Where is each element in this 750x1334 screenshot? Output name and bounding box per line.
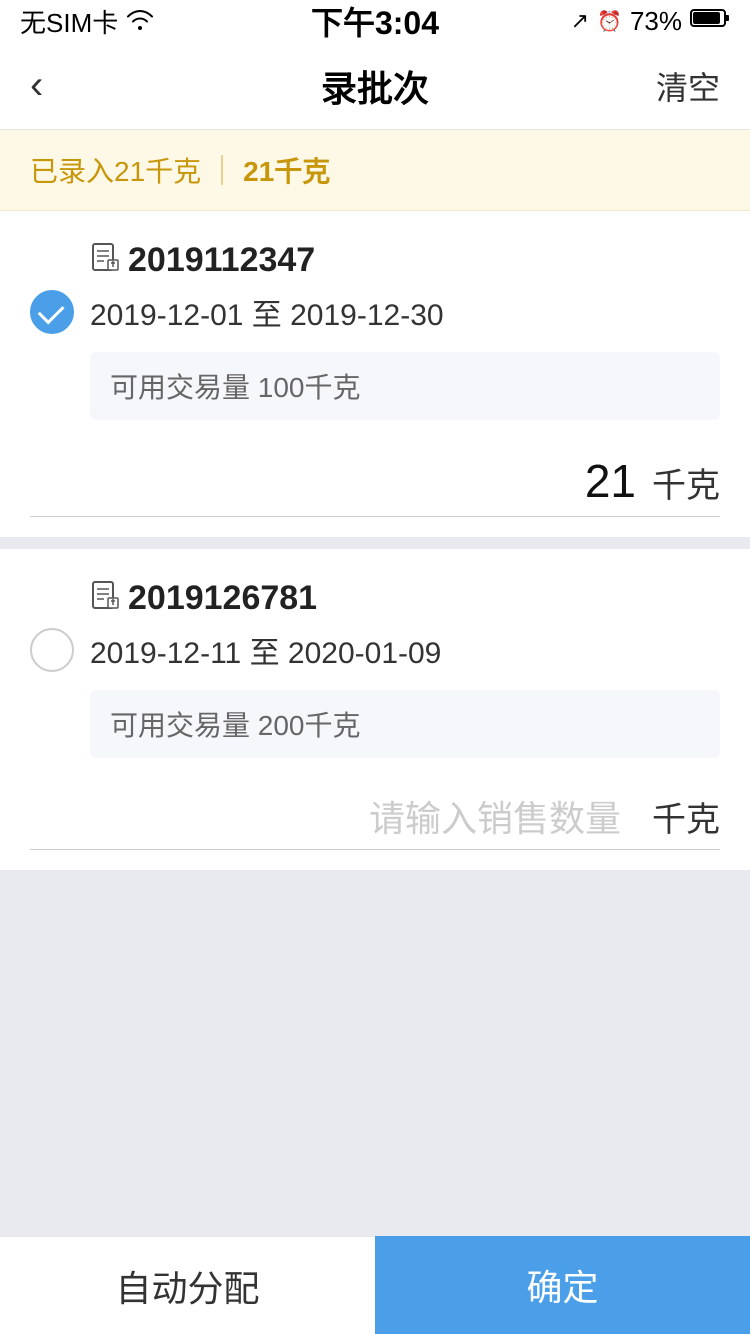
input-unit-2: 千克 bbox=[652, 792, 720, 841]
page-title: 录批次 bbox=[321, 60, 429, 112]
wifi-icon bbox=[126, 6, 154, 37]
gray-area bbox=[0, 870, 750, 1290]
location-icon: ↗ bbox=[571, 8, 589, 34]
avail-text-2: 可用交易量 200千克 bbox=[110, 710, 361, 741]
nav-bar: ‹ 录批次 清空 bbox=[0, 42, 750, 130]
alarm-icon: ⏰ bbox=[597, 9, 622, 34]
batch-card-1: 2019112347 2019-12-01 至 2019-12-30 可用交易量… bbox=[0, 211, 750, 537]
recorded-value: 21千克 bbox=[243, 150, 330, 190]
qty-row-1: 21 千克 bbox=[0, 440, 750, 508]
back-button[interactable]: ‹ bbox=[30, 63, 90, 108]
batch-id-row-1: 2019112347 bbox=[30, 241, 720, 280]
batch-date-1: 2019-12-01 至 2019-12-30 bbox=[90, 290, 444, 334]
avail-text-1: 可用交易量 100千克 bbox=[110, 372, 361, 403]
battery-icon bbox=[690, 7, 730, 36]
qty-unit-1: 千克 bbox=[652, 458, 720, 507]
batch-radio-2[interactable] bbox=[30, 628, 74, 672]
battery-text: 73% bbox=[630, 6, 682, 37]
avail-box-2: 可用交易量 200千克 bbox=[90, 690, 720, 758]
clear-button[interactable]: 清空 bbox=[656, 63, 720, 109]
banner-divider bbox=[221, 155, 223, 185]
batch-date-2: 2019-12-11 至 2020-01-09 bbox=[90, 628, 441, 672]
batch-date-row-2[interactable]: 2019-12-11 至 2020-01-09 bbox=[30, 628, 720, 672]
carrier-text: 无SIM卡 bbox=[20, 3, 118, 40]
info-banner: 已录入21千克 21千克 bbox=[0, 130, 750, 211]
batch-radio-1[interactable] bbox=[30, 290, 74, 334]
qty-value-1: 21 bbox=[585, 454, 636, 508]
status-right: ↗ ⏰ 73% bbox=[571, 6, 730, 37]
auto-distribute-button[interactable]: 自动分配 bbox=[0, 1236, 375, 1334]
recorded-label: 已录入21千克 bbox=[30, 150, 201, 190]
batch-doc-icon-2 bbox=[90, 580, 120, 618]
batch-id-1: 2019112347 bbox=[128, 241, 315, 280]
confirm-button[interactable]: 确定 bbox=[375, 1236, 750, 1334]
status-bar: 无SIM卡 下午3:04 ↗ ⏰ 73% bbox=[0, 0, 750, 42]
batch-doc-icon-1 bbox=[90, 242, 120, 280]
input-row-2: 千克 bbox=[0, 778, 750, 841]
bottom-bar: 自动分配 确定 bbox=[0, 1236, 750, 1334]
batch-id-row-2: 2019126781 bbox=[30, 579, 720, 618]
batch-id-2: 2019126781 bbox=[128, 579, 317, 618]
batch-date-row-1[interactable]: 2019-12-01 至 2019-12-30 bbox=[30, 290, 720, 334]
main-content: 已录入21千克 21千克 2019112347 bbox=[0, 130, 750, 1290]
batch-card-2: 2019126781 2019-12-11 至 2020-01-09 可用交易量… bbox=[0, 549, 750, 870]
status-left: 无SIM卡 bbox=[20, 3, 154, 40]
qty-input-2[interactable] bbox=[30, 798, 636, 840]
time-display: 下午3:04 bbox=[311, 0, 439, 44]
avail-box-1: 可用交易量 100千克 bbox=[90, 352, 720, 420]
card-divider bbox=[0, 537, 750, 549]
